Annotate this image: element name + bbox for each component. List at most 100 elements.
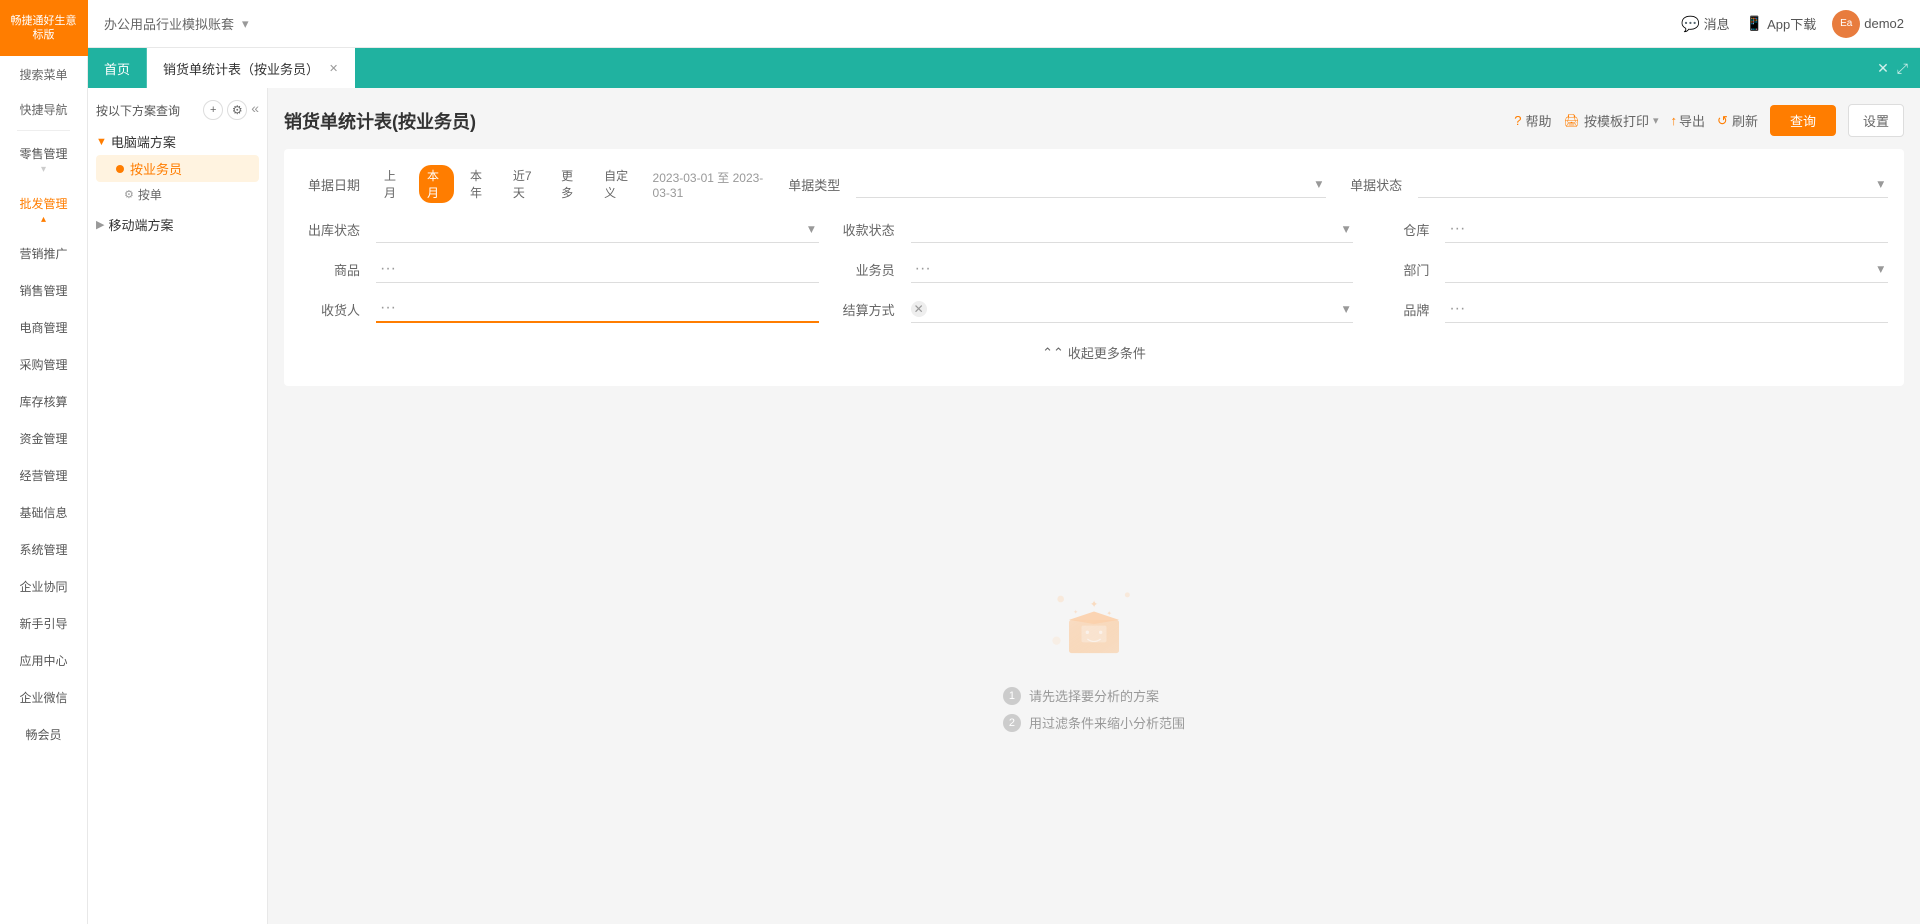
sidebar-item-ecommerce[interactable]: 电商管理 xyxy=(0,309,87,346)
sidebar-item-search[interactable]: 搜索菜单 xyxy=(0,56,87,93)
goods-control[interactable]: ··· xyxy=(376,255,819,283)
scheme-item-salesperson[interactable]: 按业务员 xyxy=(96,155,259,182)
dropdown-arrow-icon: ▾ xyxy=(1877,261,1884,277)
date-tab-7days[interactable]: 近7天 xyxy=(505,165,545,203)
date-tab-lastmonth[interactable]: 上月 xyxy=(376,165,411,203)
message-btn[interactable]: 💬 消息 xyxy=(1681,14,1730,33)
arrow-icon: ▶ xyxy=(96,218,104,231)
tab-home[interactable]: 首页 xyxy=(88,48,147,88)
sidebar-item-corpwechat[interactable]: 企业微信 xyxy=(0,679,87,716)
date-tab-custom[interactable]: 自定义 xyxy=(596,165,640,203)
print-dropdown-icon: ▾ xyxy=(1653,114,1659,127)
print-btn[interactable]: 🖨 按模板打印 ▾ xyxy=(1563,111,1658,130)
doc-type-control[interactable]: ▾ xyxy=(856,170,1326,198)
sidebar-item-vip[interactable]: 畅会员 xyxy=(0,716,87,753)
brand-control[interactable]: ··· xyxy=(1445,295,1888,323)
sidebar-item-system[interactable]: 系统管理 xyxy=(0,531,87,568)
sidebar-item-operation[interactable]: 经营管理 xyxy=(0,457,87,494)
sidebar-item-newuser[interactable]: 新手引导 xyxy=(0,605,87,642)
out-status-control[interactable]: ▾ xyxy=(376,215,819,243)
sidebar-item-wholesale[interactable]: 批发管理 ▴ xyxy=(0,185,87,235)
refresh-btn[interactable]: ↺ 刷新 xyxy=(1717,111,1758,130)
scheme-item-order[interactable]: ⚙ 按单 xyxy=(96,182,259,207)
tab-sales-stat[interactable]: 销货单统计表（按业务员） ✕ xyxy=(147,48,355,88)
scheme-add-btn[interactable]: + xyxy=(203,100,223,120)
more-icon[interactable]: ··· xyxy=(380,299,396,317)
sidebar-item-appcenter[interactable]: 应用中心 xyxy=(0,642,87,679)
scheme-group-mobile-title[interactable]: ▶ 移动端方案 xyxy=(96,211,259,238)
export-btn[interactable]: ↑ 导出 xyxy=(1671,111,1706,130)
date-tab-thisyear[interactable]: 本年 xyxy=(462,165,497,203)
salesperson-control[interactable]: ··· xyxy=(911,255,1354,283)
collect-status-control[interactable]: ▾ xyxy=(911,215,1354,243)
date-range-display: 2023-03-01 至 2023-03-31 xyxy=(653,169,765,200)
scheme-group-mobile: ▶ 移动端方案 xyxy=(96,211,259,238)
maximize-icon[interactable]: ⤢ xyxy=(1897,60,1908,77)
query-button[interactable]: 查询 xyxy=(1770,105,1836,136)
more-icon[interactable]: ··· xyxy=(1449,300,1465,318)
tip-num-2: 2 xyxy=(1003,714,1021,732)
sidebar-item-basic[interactable]: 基础信息 xyxy=(0,494,87,531)
logo-text: 畅捷通好生意标版 xyxy=(11,14,77,43)
scheme-group-desktop-title[interactable]: ▼ 电脑端方案 xyxy=(96,128,259,155)
top-nav-right: 💬 消息 📱 App下载 Ea demo2 xyxy=(1681,10,1904,38)
breadcrumb-dropdown-icon[interactable]: ▾ xyxy=(242,16,249,32)
sidebar-label: 经营管理 xyxy=(19,467,67,484)
receiver-control[interactable]: ··· xyxy=(376,295,819,323)
tab-bar: 首页 销货单统计表（按业务员） ✕ ✕ ⤢ xyxy=(88,48,1920,88)
more-icon[interactable]: ··· xyxy=(1449,220,1465,238)
receiver-label: 收货人 xyxy=(300,300,360,319)
tab-close-icon[interactable]: ✕ xyxy=(329,62,338,75)
sidebar-label: 畅会员 xyxy=(25,726,61,743)
more-icon[interactable]: ··· xyxy=(915,260,931,278)
empty-tip-1: 1 请先选择要分析的方案 xyxy=(1003,686,1185,705)
collapse-row[interactable]: ⌃⌃ 收起更多条件 xyxy=(300,335,1888,370)
refresh-icon: ↺ xyxy=(1717,113,1728,129)
sidebar-label: 企业协同 xyxy=(19,578,67,595)
clear-icon[interactable]: ✕ xyxy=(911,301,927,317)
filter-row-4: 收货人 ··· 结算方式 ✕ ▾ 品牌 ··· xyxy=(300,295,1888,323)
close-window-icon[interactable]: ✕ xyxy=(1877,60,1889,77)
scheme-collapse-btn[interactable]: « xyxy=(251,100,259,120)
doc-status-control[interactable]: ▾ xyxy=(1418,170,1888,198)
user-avatar[interactable]: Ea demo2 xyxy=(1832,10,1904,38)
sidebar-item-sales[interactable]: 销售管理 xyxy=(0,272,87,309)
sidebar-item-shortcut[interactable]: 快捷导航 xyxy=(0,93,87,126)
sidebar-item-purchase[interactable]: 采购管理 xyxy=(0,346,87,383)
dept-label: 部门 xyxy=(1369,260,1429,279)
sidebar-item-corp[interactable]: 企业协同 xyxy=(0,568,87,605)
settle-control[interactable]: ✕ ▾ xyxy=(911,295,1354,323)
date-tab-thismonth[interactable]: 本月 xyxy=(419,165,454,203)
settings-button[interactable]: 设置 xyxy=(1848,104,1904,137)
app-download-btn[interactable]: 📱 App下载 xyxy=(1746,14,1817,33)
tip-text-1: 请先选择要分析的方案 xyxy=(1029,686,1159,705)
sidebar-item-retail[interactable]: 零售管理 ▾ xyxy=(0,135,87,185)
help-icon: ? xyxy=(1514,113,1521,128)
help-btn[interactable]: ? 帮助 xyxy=(1514,111,1551,130)
scheme-group-label: 电脑端方案 xyxy=(111,132,176,151)
scheme-panel-header: 按以下方案查询 + ⚙ « xyxy=(96,96,259,128)
sidebar-label: 零售管理 xyxy=(19,145,67,162)
empty-state: ✦ ✦ ✦ 1 请先选择要分析的方案 2 用过滤条件来缩小分析范围 xyxy=(284,398,1904,908)
date-label: 单据日期 xyxy=(300,175,360,194)
sidebar-label: 营销推广 xyxy=(19,245,67,262)
more-icon[interactable]: ··· xyxy=(380,260,396,278)
svg-text:✦: ✦ xyxy=(1107,610,1113,618)
sidebar-logo: 畅捷通好生意标版 xyxy=(0,0,88,56)
home-tab-label: 首页 xyxy=(104,59,130,78)
active-dot xyxy=(116,165,124,173)
print-label: 按模板打印 xyxy=(1584,111,1649,130)
dept-control[interactable]: ▾ xyxy=(1445,255,1888,283)
svg-text:✦: ✦ xyxy=(1073,609,1078,616)
filter-row-1: 单据日期 上月 本月 本年 近7天 更多 自定义 2023-03-01 至 20… xyxy=(300,165,1888,203)
export-icon: ↑ xyxy=(1671,113,1678,128)
date-tab-more[interactable]: 更多 xyxy=(553,165,588,203)
scheme-edit-btn[interactable]: ⚙ xyxy=(227,100,247,120)
empty-tip-2: 2 用过滤条件来缩小分析范围 xyxy=(1003,713,1185,732)
sidebar-item-finance[interactable]: 资金管理 xyxy=(0,420,87,457)
sidebar-item-inventory[interactable]: 库存核算 xyxy=(0,383,87,420)
warehouse-control[interactable]: ··· xyxy=(1445,215,1888,243)
sidebar-item-marketing[interactable]: 营销推广 xyxy=(0,235,87,272)
print-icon: 🖨 xyxy=(1563,113,1580,129)
doc-status-label: 单据状态 xyxy=(1342,175,1402,194)
